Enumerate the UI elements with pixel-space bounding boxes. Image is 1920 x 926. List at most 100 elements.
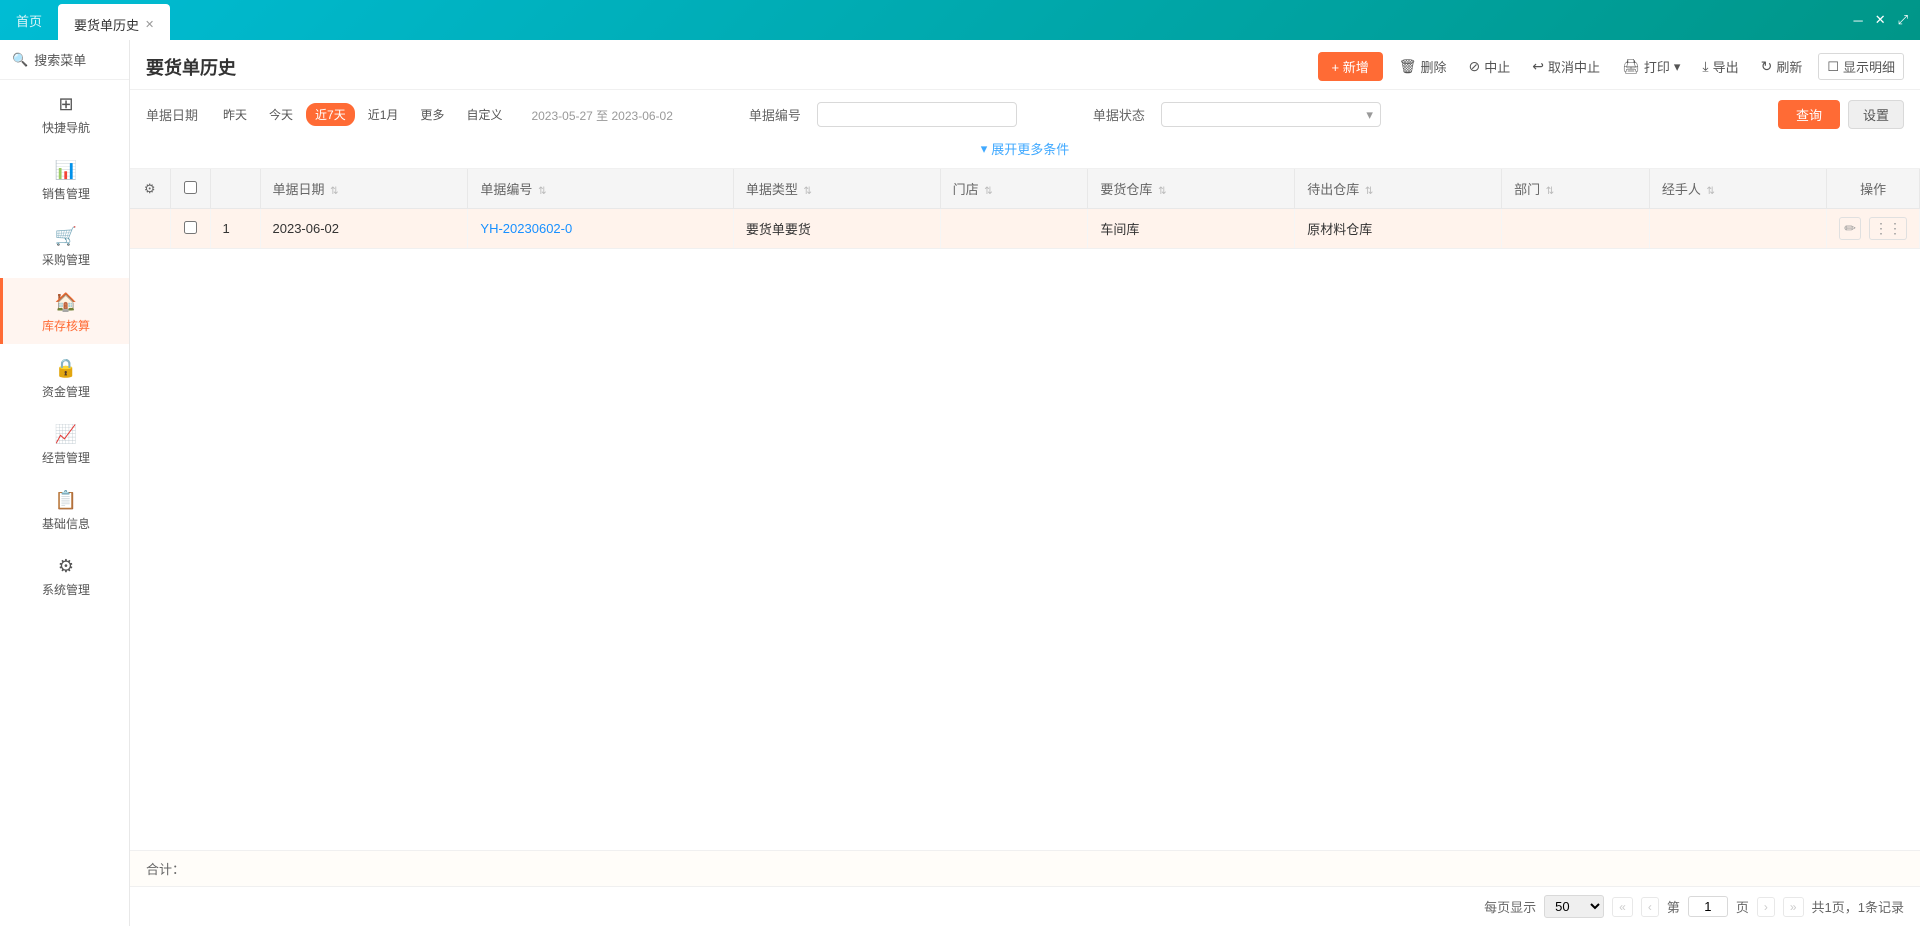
top-bar-right: ─ ✕ ⤢	[1853, 12, 1920, 28]
page-info: 共1页，1条记录	[1812, 897, 1904, 916]
page-title: 要货单历史	[146, 54, 236, 80]
th-department[interactable]: 部门 ⇅	[1502, 169, 1650, 209]
select-all-checkbox[interactable]	[184, 181, 197, 194]
date-btn-1month[interactable]: 近1月	[359, 103, 408, 126]
th-handler[interactable]: 经手人 ⇅	[1649, 169, 1826, 209]
basic-info-icon: 📋	[55, 490, 77, 511]
sidebar-item-basic-info[interactable]: 📋 基础信息	[0, 476, 129, 542]
query-button[interactable]: 查询	[1778, 100, 1840, 129]
tab-requisition-history[interactable]: 要货单历史 ✕	[58, 4, 170, 44]
first-page-button[interactable]: «	[1612, 897, 1633, 917]
page-input[interactable]	[1688, 896, 1728, 917]
sort-icon-doc-no: ⇅	[538, 186, 546, 197]
doc-no-link[interactable]: YH-20230602-0	[480, 221, 572, 236]
sidebar-item-finance-mgmt[interactable]: 🔒 资金管理	[0, 344, 129, 410]
sidebar-item-ops-mgmt[interactable]: 📈 经营管理	[0, 410, 129, 476]
checkbox-icon: ☐	[1827, 59, 1839, 75]
date-btn-yesterday[interactable]: 昨天	[214, 103, 256, 126]
td-actions: ✏ ⋮⋮	[1827, 209, 1920, 249]
expand-filter-row[interactable]: ▾ 展开更多条件	[146, 135, 1904, 162]
stop-button[interactable]: ⊘ 中止	[1463, 53, 1517, 80]
th-checkbox[interactable]	[170, 169, 210, 209]
quick-nav-icon: ⊞	[58, 94, 73, 115]
close-window-icon[interactable]: ✕	[1875, 12, 1886, 28]
search-menu-item[interactable]: 🔍 搜索菜单	[0, 40, 129, 80]
tab-home[interactable]: 首页	[0, 0, 58, 40]
export-button[interactable]: ⤓ 导出	[1696, 53, 1744, 80]
date-range-text: 2023-05-27 至 2023-06-02	[531, 107, 672, 124]
table-header-row: ⚙ 单据日期 ⇅ 单据编号	[130, 169, 1920, 209]
date-btn-7days[interactable]: 近7天	[306, 103, 355, 126]
th-actions: 操作	[1827, 169, 1920, 209]
sort-icon-department: ⇅	[1546, 186, 1554, 197]
cancel-stop-button[interactable]: ↩ 取消中止	[1526, 53, 1606, 80]
doc-no-filter-label: 单据编号	[749, 105, 801, 124]
data-table: ⚙ 单据日期 ⇅ 单据编号	[130, 169, 1920, 249]
sort-icon-doc-type: ⇅	[803, 186, 811, 197]
date-btn-custom[interactable]: 自定义	[457, 103, 511, 126]
th-settings[interactable]: ⚙	[130, 169, 170, 209]
tab-close-icon[interactable]: ✕	[145, 18, 154, 31]
th-doc-type[interactable]: 单据类型 ⇅	[733, 169, 940, 209]
sort-icon-doc-date: ⇅	[330, 186, 338, 197]
td-seq: 1	[210, 209, 260, 249]
expand-icon: ▾	[981, 141, 988, 157]
date-filter-label: 单据日期	[146, 105, 198, 124]
inventory-icon: 🏠	[55, 292, 77, 313]
minimize-icon[interactable]: ─	[1853, 13, 1862, 28]
prev-page-button[interactable]: ‹	[1641, 897, 1659, 917]
print-dropdown-icon: ▾	[1674, 59, 1681, 75]
th-doc-no[interactable]: 单据编号 ⇅	[468, 169, 733, 209]
sidebar-item-sys-mgmt[interactable]: ⚙ 系统管理	[0, 542, 129, 608]
sort-icon-req-warehouse: ⇅	[1158, 186, 1166, 197]
per-page-select[interactable]: 50 100 200	[1544, 895, 1604, 918]
settings-button[interactable]: 设置	[1848, 100, 1904, 129]
table-footer: 合计：	[130, 850, 1920, 886]
delete-button[interactable]: 🗑 删除	[1393, 53, 1453, 80]
td-store	[940, 209, 1088, 249]
filter-area: 单据日期 昨天 今天 近7天 近1月 更多 自定义 2023-05-27 至 2…	[130, 90, 1920, 169]
th-pending-warehouse[interactable]: 待出仓库 ⇅	[1295, 169, 1502, 209]
toolbar: + 新增 🗑 删除 ⊘ 中止 ↩ 取消中止 🖨	[1318, 52, 1904, 81]
print-button[interactable]: 🖨 打印 ▾	[1616, 53, 1686, 80]
doc-no-input[interactable]	[817, 102, 1017, 127]
refresh-button[interactable]: ↻ 刷新	[1755, 53, 1809, 80]
th-req-warehouse[interactable]: 要货仓库 ⇅	[1088, 169, 1295, 209]
sort-icon-store: ⇅	[984, 186, 992, 197]
purchase-mgmt-icon: 🛒	[55, 226, 77, 247]
refresh-icon: ↻	[1761, 58, 1773, 75]
td-handler	[1649, 209, 1826, 249]
action-edit-icon[interactable]: ✏	[1839, 217, 1861, 240]
status-select-wrapper	[1161, 102, 1381, 127]
td-doc-date: 2023-06-02	[260, 209, 468, 249]
td-doc-type: 要货单要货	[733, 209, 940, 249]
print-icon: 🖨	[1622, 58, 1640, 75]
date-btn-more[interactable]: 更多	[411, 103, 453, 126]
display-detail-button[interactable]: ☐ 显示明细	[1818, 53, 1904, 80]
td-checkbox[interactable]	[170, 209, 210, 249]
table-row[interactable]: 1 2023-06-02 YH-20230602-0 要货单要货 车间库 原材料…	[130, 209, 1920, 249]
last-page-button[interactable]: »	[1783, 897, 1804, 917]
content-area: 要货单历史 + 新增 🗑 删除 ⊘ 中止 ↩ 取消中止	[130, 40, 1920, 926]
sidebar-item-sales-mgmt[interactable]: 📊 销售管理	[0, 146, 129, 212]
footer-total-label: 合计：	[146, 859, 185, 878]
th-doc-date[interactable]: 单据日期 ⇅	[260, 169, 468, 209]
th-store[interactable]: 门店 ⇅	[940, 169, 1088, 209]
next-page-button[interactable]: ›	[1757, 897, 1775, 917]
page-unit-label: 页	[1736, 897, 1749, 916]
action-more-icon[interactable]: ⋮⋮	[1869, 217, 1907, 240]
expand-icon[interactable]: ⤢	[1898, 12, 1908, 28]
main-layout: 🔍 搜索菜单 ⊞ 快捷导航 📊 销售管理 🛒 采购管理 🏠 库存核算 🔒 资金管…	[0, 40, 1920, 926]
date-btn-today[interactable]: 今天	[260, 103, 302, 126]
sort-icon-handler: ⇅	[1707, 186, 1715, 197]
sidebar-item-purchase-mgmt[interactable]: 🛒 采购管理	[0, 212, 129, 278]
settings-gear-icon[interactable]: ⚙	[144, 181, 156, 196]
td-doc-no[interactable]: YH-20230602-0	[468, 209, 733, 249]
td-settings	[130, 209, 170, 249]
sidebar-item-inventory[interactable]: 🏠 库存核算	[0, 278, 129, 344]
td-req-warehouse: 车间库	[1088, 209, 1295, 249]
sidebar-item-quick-nav[interactable]: ⊞ 快捷导航	[0, 80, 129, 146]
row-checkbox[interactable]	[184, 221, 197, 234]
status-select[interactable]	[1161, 102, 1381, 127]
new-button[interactable]: + 新增	[1318, 52, 1383, 81]
